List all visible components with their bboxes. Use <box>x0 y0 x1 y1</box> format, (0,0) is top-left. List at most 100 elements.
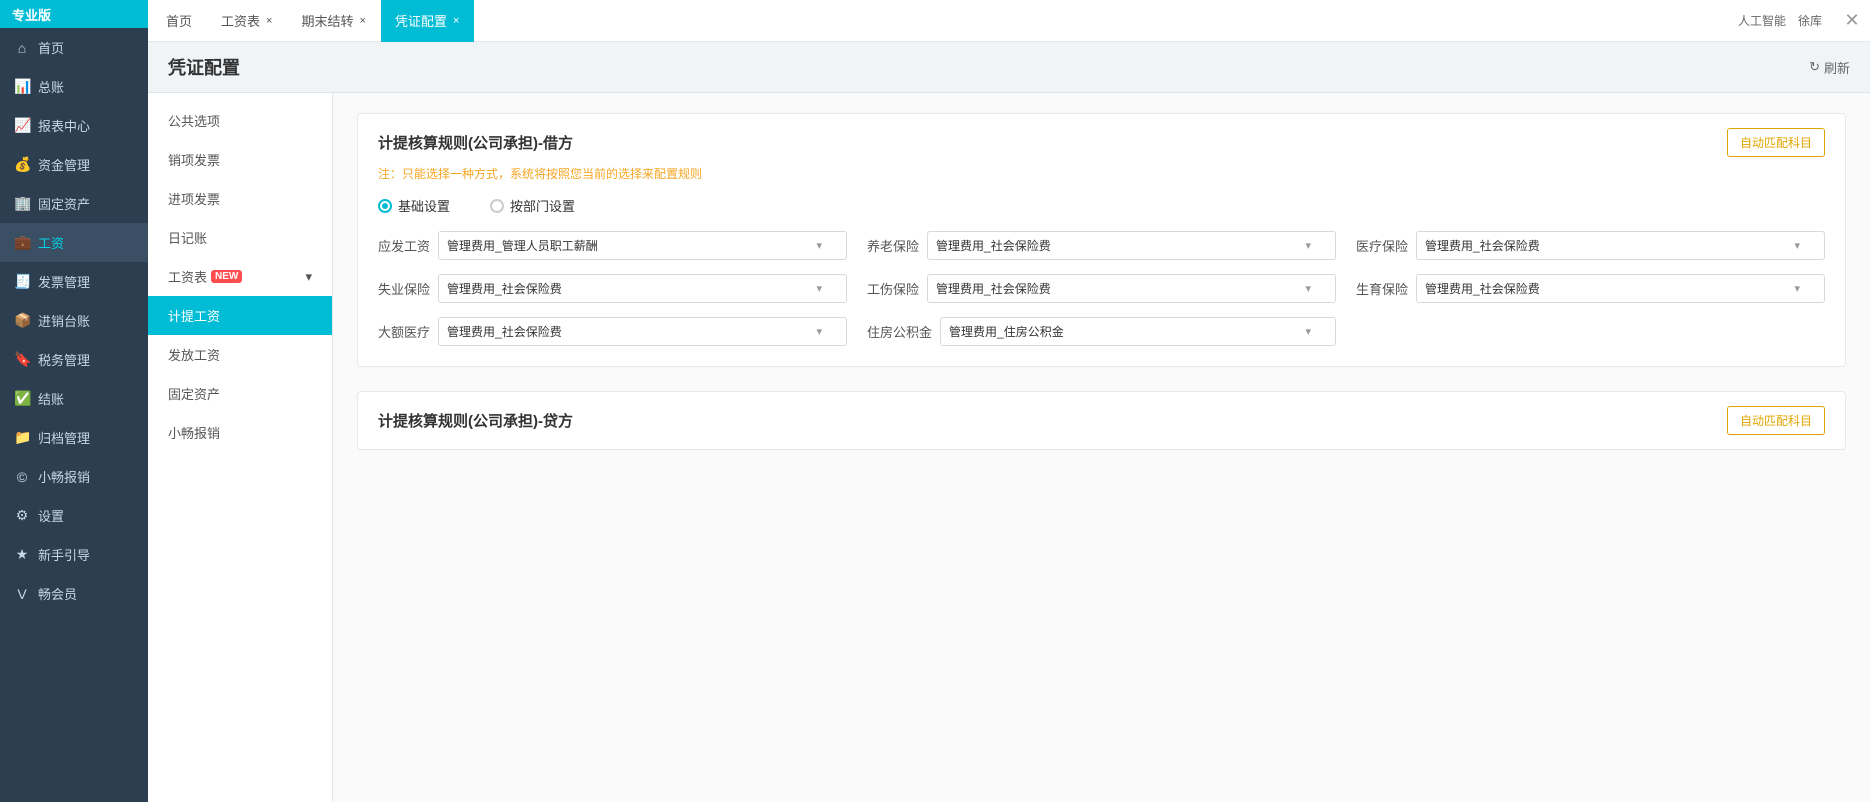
left-menu-label-public: 公共选项 <box>168 111 220 130</box>
left-menu-label-sales_invoice: 销项发票 <box>168 150 220 169</box>
form-item-生育保险: 生育保险 管理费用_社会保险费 ▾ <box>1356 274 1825 303</box>
debit-section-title: 计提核算规则(公司承担)-借方 <box>378 132 573 153</box>
sidebar-item-tax[interactable]: 🔖税务管理 <box>0 340 148 379</box>
left-menu-label-journal: 日记账 <box>168 228 207 247</box>
tab-label-voucher: 凭证配置 <box>395 11 447 30</box>
left-menu-item-journal[interactable]: 日记账 <box>148 218 332 257</box>
sidebar-item-guide[interactable]: ★新手引导 <box>0 535 148 574</box>
form-item-大额医疗: 大额医疗 管理费用_社会保险费 ▾ <box>378 317 847 346</box>
sidebar-item-archive[interactable]: 📁归档管理 <box>0 418 148 457</box>
radio-dept[interactable]: 按部门设置 <box>490 196 575 215</box>
form-select-应发工资[interactable]: 管理费用_管理人员职工薪酬 ▾ <box>438 231 847 260</box>
form-select-医疗保险[interactable]: 管理费用_社会保险费 ▾ <box>1416 231 1825 260</box>
debit-section-note: 注：只能选择一种方式，系统将按照您当前的选择来配置规则 <box>358 157 1845 190</box>
left-menu-label-payroll_table: 工资表 <box>168 267 207 286</box>
form-select-生育保险[interactable]: 管理费用_社会保险费 ▾ <box>1416 274 1825 303</box>
sidebar-label-close: 结账 <box>38 389 64 408</box>
left-menu-item-public[interactable]: 公共选项 <box>148 101 332 140</box>
form-select-value-养老保险: 管理费用_社会保险费 <box>936 237 1051 254</box>
sidebar-label-xcreport: 小畅报销 <box>38 467 90 486</box>
form-select-arrow-应发工资: ▾ <box>816 239 822 252</box>
refresh-button[interactable]: ↻ 刷新 <box>1809 58 1850 77</box>
tab-close-payroll[interactable]: × <box>266 15 272 27</box>
right-panel: 计提核算规则(公司承担)-借方 自动匹配科目 注：只能选择一种方式，系统将按照您… <box>333 93 1870 802</box>
form-select-arrow-工伤保险: ▾ <box>1305 282 1311 295</box>
sidebar-item-home[interactable]: ⌂首页 <box>0 28 148 67</box>
form-label-大额医疗: 大额医疗 <box>378 322 430 341</box>
left-menu-item-purchase_invoice[interactable]: 进项发票 <box>148 179 332 218</box>
credit-section: 计提核算规则(公司承担)-贷方 自动匹配科目 <box>357 391 1846 450</box>
sidebar-item-stock[interactable]: 📦进销台账 <box>0 301 148 340</box>
refresh-icon: ↻ <box>1809 59 1820 75</box>
badge-new-payroll_table: NEW <box>211 270 242 283</box>
form-item-工伤保险: 工伤保险 管理费用_社会保险费 ▾ <box>867 274 1336 303</box>
form-select-value-医疗保险: 管理费用_社会保险费 <box>1425 237 1540 254</box>
left-menu-label-pay_salary: 发放工资 <box>168 345 220 364</box>
form-select-arrow-生育保险: ▾ <box>1794 282 1800 295</box>
sidebar-item-invoice[interactable]: 🧾发票管理 <box>0 262 148 301</box>
form-label-住房公积金: 住房公积金 <box>867 322 932 341</box>
sidebar-item-close[interactable]: ✅结账 <box>0 379 148 418</box>
tab-home[interactable]: 首页 <box>152 0 207 42</box>
radio-basic-label: 基础设置 <box>398 196 450 215</box>
form-label-应发工资: 应发工资 <box>378 236 430 255</box>
form-select-养老保险[interactable]: 管理费用_社会保险费 ▾ <box>927 231 1336 260</box>
sidebar-item-assets[interactable]: 🏢固定资产 <box>0 184 148 223</box>
left-menu-item-accrual[interactable]: 计提工资 <box>148 296 332 335</box>
sidebar-item-reports[interactable]: 📈报表中心 <box>0 106 148 145</box>
form-item-住房公积金: 住房公积金 管理费用_住房公积金 ▾ <box>867 317 1336 346</box>
sidebar-item-funds[interactable]: 💰资金管理 <box>0 145 148 184</box>
form-item-医疗保险: 医疗保险 管理费用_社会保险费 ▾ <box>1356 231 1825 260</box>
form-select-arrow-失业保险: ▾ <box>816 282 822 295</box>
form-select-住房公积金[interactable]: 管理费用_住房公积金 ▾ <box>940 317 1336 346</box>
form-label-医疗保险: 医疗保险 <box>1356 236 1408 255</box>
radio-basic[interactable]: 基础设置 <box>378 196 450 215</box>
form-select-arrow-大额医疗: ▾ <box>816 325 822 338</box>
form-item-应发工资: 应发工资 管理费用_管理人员职工薪酬 ▾ <box>378 231 847 260</box>
sidebar-item-ledger[interactable]: 📊总账 <box>0 67 148 106</box>
left-menu-item-fixed_assets[interactable]: 固定资产 <box>148 374 332 413</box>
sidebar-item-member[interactable]: V畅会员 <box>0 574 148 613</box>
form-select-value-生育保险: 管理费用_社会保险费 <box>1425 280 1540 297</box>
sidebar-label-reports: 报表中心 <box>38 116 90 135</box>
sidebar-label-assets: 固定资产 <box>38 194 90 213</box>
close-button[interactable]: ✕ <box>1838 7 1866 35</box>
credit-section-title: 计提核算规则(公司承担)-贷方 <box>378 410 573 431</box>
form-select-value-工伤保险: 管理费用_社会保险费 <box>936 280 1051 297</box>
debit-section: 计提核算规则(公司承担)-借方 自动匹配科目 注：只能选择一种方式，系统将按照您… <box>357 113 1846 367</box>
left-menu-label-petty_cash: 小畅报销 <box>168 423 220 442</box>
tab-period[interactable]: 期末结转× <box>287 0 380 42</box>
form-select-大额医疗[interactable]: 管理费用_社会保险费 ▾ <box>438 317 847 346</box>
form-select-value-失业保险: 管理费用_社会保险费 <box>447 280 562 297</box>
sidebar-icon-xcreport: © <box>14 469 30 485</box>
sidebar-icon-guide: ★ <box>14 546 30 563</box>
debit-auto-match-button[interactable]: 自动匹配科目 <box>1727 128 1825 157</box>
left-menu-label-accrual: 计提工资 <box>168 306 220 325</box>
user-label: 人工智能 <box>1738 12 1786 29</box>
main-content: 首页工资表×期末结转×凭证配置× 人工智能 徐库 ✕ 凭证配置 ↻ 刷新 公共选… <box>148 0 1870 802</box>
left-menu: 公共选项销项发票进项发票日记账工资表 NEW ▾ 计提工资发放工资固定资产小畅报销 <box>148 93 333 802</box>
expand-icon-payroll_table: ▾ <box>305 269 312 285</box>
sidebar-item-settings[interactable]: ⚙设置 <box>0 496 148 535</box>
sidebar-icon-ledger: 📊 <box>14 78 30 95</box>
form-select-value-大额医疗: 管理费用_社会保险费 <box>447 323 562 340</box>
left-menu-item-payroll_table[interactable]: 工资表 NEW ▾ <box>148 257 332 296</box>
tab-voucher[interactable]: 凭证配置 × <box>381 0 474 42</box>
sidebar-icon-invoice: 🧾 <box>14 273 30 290</box>
sidebar-header: 专业版 <box>0 0 148 28</box>
form-select-arrow-养老保险: ▾ <box>1305 239 1311 252</box>
left-menu-item-pay_salary[interactable]: 发放工资 <box>148 335 332 374</box>
credit-auto-match-button[interactable]: 自动匹配科目 <box>1727 406 1825 435</box>
content-area: 公共选项销项发票进项发票日记账工资表 NEW ▾ 计提工资发放工资固定资产小畅报销 计… <box>148 93 1870 802</box>
tab-payroll[interactable]: 工资表× <box>207 0 287 42</box>
left-menu-item-sales_invoice[interactable]: 销项发票 <box>148 140 332 179</box>
left-menu-item-petty_cash[interactable]: 小畅报销 <box>148 413 332 452</box>
sidebar-item-salary[interactable]: 💼工资 <box>0 223 148 262</box>
sidebar-item-xcreport[interactable]: © 小畅报销 <box>0 457 148 496</box>
sidebar-label-settings: 设置 <box>38 506 64 525</box>
form-select-失业保险[interactable]: 管理费用_社会保险费 ▾ <box>438 274 847 303</box>
tab-close-period[interactable]: × <box>359 15 365 27</box>
sidebar-icon-salary: 💼 <box>14 234 30 251</box>
tab-close-voucher[interactable]: × <box>453 15 459 27</box>
form-select-工伤保险[interactable]: 管理费用_社会保险费 ▾ <box>927 274 1336 303</box>
